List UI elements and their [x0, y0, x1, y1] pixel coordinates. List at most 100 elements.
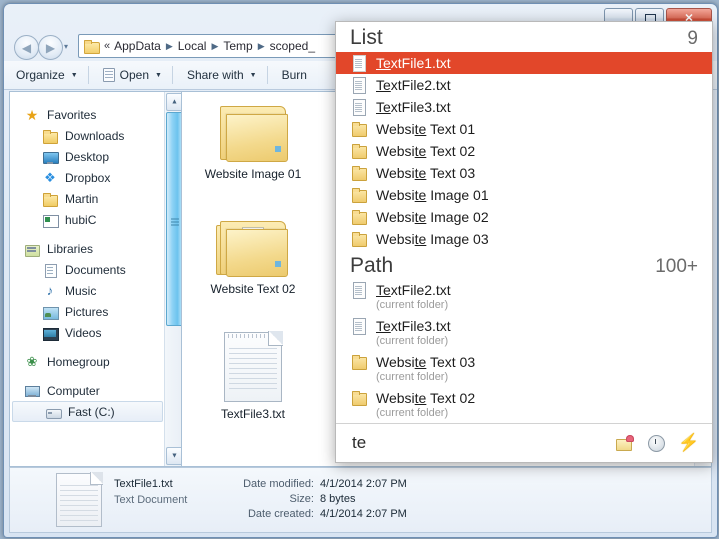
sidebar-item-label: Dropbox [65, 170, 111, 185]
sidebar-item-martin[interactable]: Martin [10, 188, 165, 209]
result-label: TextFile2.txt [376, 282, 451, 298]
lightning-bolt-icon[interactable]: ⚡ [678, 434, 699, 451]
result-text-column: Website Text 02 [376, 143, 475, 159]
result-label: Website Image 01 [376, 187, 489, 203]
scroll-up-button[interactable]: ▲ [166, 93, 182, 111]
scrollbar-thumb[interactable] [166, 112, 182, 326]
sidebar-item-computer[interactable]: Computer [10, 380, 165, 401]
libraries-group: Libraries Documents ♪ Music Pictures Vid… [10, 238, 165, 343]
back-arrow-icon: ◀ [21, 40, 32, 55]
path-result-row[interactable]: Website Text 03 (current folder) [336, 352, 712, 388]
sidebar-item-homegroup[interactable]: ❀ Homegroup [10, 351, 165, 372]
sidebar-item-dropbox[interactable]: ❖ Dropbox [10, 167, 165, 188]
share-with-button[interactable]: Share with ▼ [179, 64, 265, 86]
text-file-icon [350, 282, 368, 299]
text-document-icon [224, 331, 283, 402]
sidebar-item-label: Favorites [47, 107, 97, 122]
sidebar-item-music[interactable]: ♪ Music [10, 280, 165, 301]
chevron-right-icon: ▶ [257, 40, 265, 51]
sidebar-item-hubic[interactable]: hubiC [10, 209, 165, 230]
result-label: TextFile2.txt [376, 77, 451, 93]
list-result-row[interactable]: TextFile1.txt [336, 52, 712, 74]
breadcrumb-overflow-icon[interactable]: « [103, 40, 113, 52]
path-result-row[interactable]: TextFile2.txt (current folder) [336, 280, 712, 316]
text-file-icon [350, 77, 368, 94]
sidebar-item-fast-c[interactable]: Fast (C:) [12, 401, 163, 422]
result-label: TextFile3.txt [376, 318, 451, 334]
computer-group: Computer Fast (C:) [10, 380, 165, 422]
file-item[interactable]: TextFile3.txt [190, 331, 316, 421]
result-text-column: Website Image 01 [376, 187, 489, 203]
sidebar-item-label: Fast (C:) [68, 404, 115, 419]
drive-icon [45, 405, 62, 419]
result-text-column: TextFile3.txt (current folder) [376, 318, 451, 347]
search-actions: ⚡ [616, 434, 712, 452]
back-button[interactable]: ◀ [14, 35, 39, 60]
list-result-row[interactable]: TextFile2.txt [336, 74, 712, 96]
sidebar-item-downloads[interactable]: Downloads [10, 125, 165, 146]
result-label: Website Text 03 [376, 354, 476, 370]
path-result-row[interactable]: TextFile3.txt (current folder) [336, 316, 712, 352]
breadcrumb-scoped[interactable]: scoped_ [269, 39, 316, 53]
result-label: Website Text 03 [376, 165, 476, 181]
sidebar-item-desktop[interactable]: Desktop [10, 146, 165, 167]
homegroup-icon: ❀ [26, 353, 38, 369]
navigation-scrollbar[interactable]: ▲ ▼ [164, 92, 182, 466]
toolbar-separator [266, 66, 268, 84]
result-label: Website Text 02 [376, 390, 476, 406]
file-item[interactable]: Website Text 02 [190, 217, 316, 296]
document-icon [42, 263, 58, 278]
chevron-up-icon: ▲ [171, 98, 178, 106]
breadcrumb-local[interactable]: Local [177, 39, 208, 53]
toolbar-separator [171, 66, 173, 84]
organize-button[interactable]: Organize ▼ [8, 64, 86, 86]
sidebar-item-label: Documents [65, 262, 126, 277]
list-result-row[interactable]: TextFile3.txt [336, 96, 712, 118]
list-result-row[interactable]: Website Image 01 [336, 184, 712, 206]
list-section-count: 9 [687, 28, 698, 49]
sidebar-item-libraries[interactable]: Libraries [10, 238, 165, 259]
chevron-down-icon: ▼ [171, 452, 178, 460]
list-result-row[interactable]: Website Image 03 [336, 228, 712, 250]
sidebar-item-favorites[interactable]: ★ Favorites [10, 104, 165, 125]
folder-icon [350, 209, 368, 225]
path-result-row[interactable]: Website Text 02 (current folder) [336, 388, 712, 424]
sidebar-item-label: Libraries [47, 241, 94, 256]
list-result-row[interactable]: Website Image 02 [336, 206, 712, 228]
file-item-label: Website Text 02 [210, 282, 296, 296]
open-button[interactable]: Open ▼ [95, 64, 170, 86]
scroll-down-button[interactable]: ▼ [166, 447, 182, 465]
forward-button[interactable]: ▶ [38, 35, 63, 60]
result-sublabel: (current folder) [376, 335, 449, 347]
sidebar-item-label: Downloads [65, 128, 125, 143]
breadcrumb-temp[interactable]: Temp [222, 39, 253, 53]
search-overlay[interactable]: List 9 TextFile1.txt TextFile2.txt TextFil… [335, 21, 713, 463]
favorites-folder-icon[interactable] [616, 435, 634, 451]
sidebar-item-pictures[interactable]: Pictures [10, 301, 165, 322]
list-result-row[interactable]: Website Text 02 [336, 140, 712, 162]
sidebar-item-videos[interactable]: Videos [10, 322, 165, 343]
library-icon [24, 242, 40, 257]
details-key: Size: [289, 492, 314, 505]
history-dropdown-icon[interactable]: ▾ [64, 42, 68, 51]
text-document-icon [56, 472, 103, 527]
list-result-row[interactable]: Website Text 01 [336, 118, 712, 140]
history-clock-icon[interactable] [647, 435, 665, 452]
list-result-row[interactable]: Website Text 03 [336, 162, 712, 184]
favorites-group: ★ Favorites Downloads Desktop ❖ Dropbox … [10, 104, 165, 230]
result-text-column: TextFile2.txt [376, 77, 451, 93]
search-bar[interactable]: te ⚡ [336, 423, 712, 462]
chevron-right-icon: ▶ [165, 40, 173, 51]
search-input[interactable]: te [336, 433, 616, 453]
music-icon: ♪ [46, 282, 54, 298]
file-item[interactable]: Website Image 01 [190, 102, 316, 181]
text-file-icon [350, 99, 368, 116]
details-value: 4/1/2014 2:07 PM [320, 507, 407, 520]
sidebar-item-documents[interactable]: Documents [10, 259, 165, 280]
list-results: TextFile1.txt TextFile2.txt TextFile3.txt W… [336, 52, 712, 250]
burn-button[interactable]: Burn [274, 64, 315, 86]
breadcrumb-appdata[interactable]: AppData [113, 39, 162, 53]
result-sublabel: (current folder) [376, 407, 449, 419]
open-label: Open [119, 68, 149, 82]
details-attributes: Date modified: 4/1/2014 2:07 PM Size: 8 … [222, 478, 407, 523]
